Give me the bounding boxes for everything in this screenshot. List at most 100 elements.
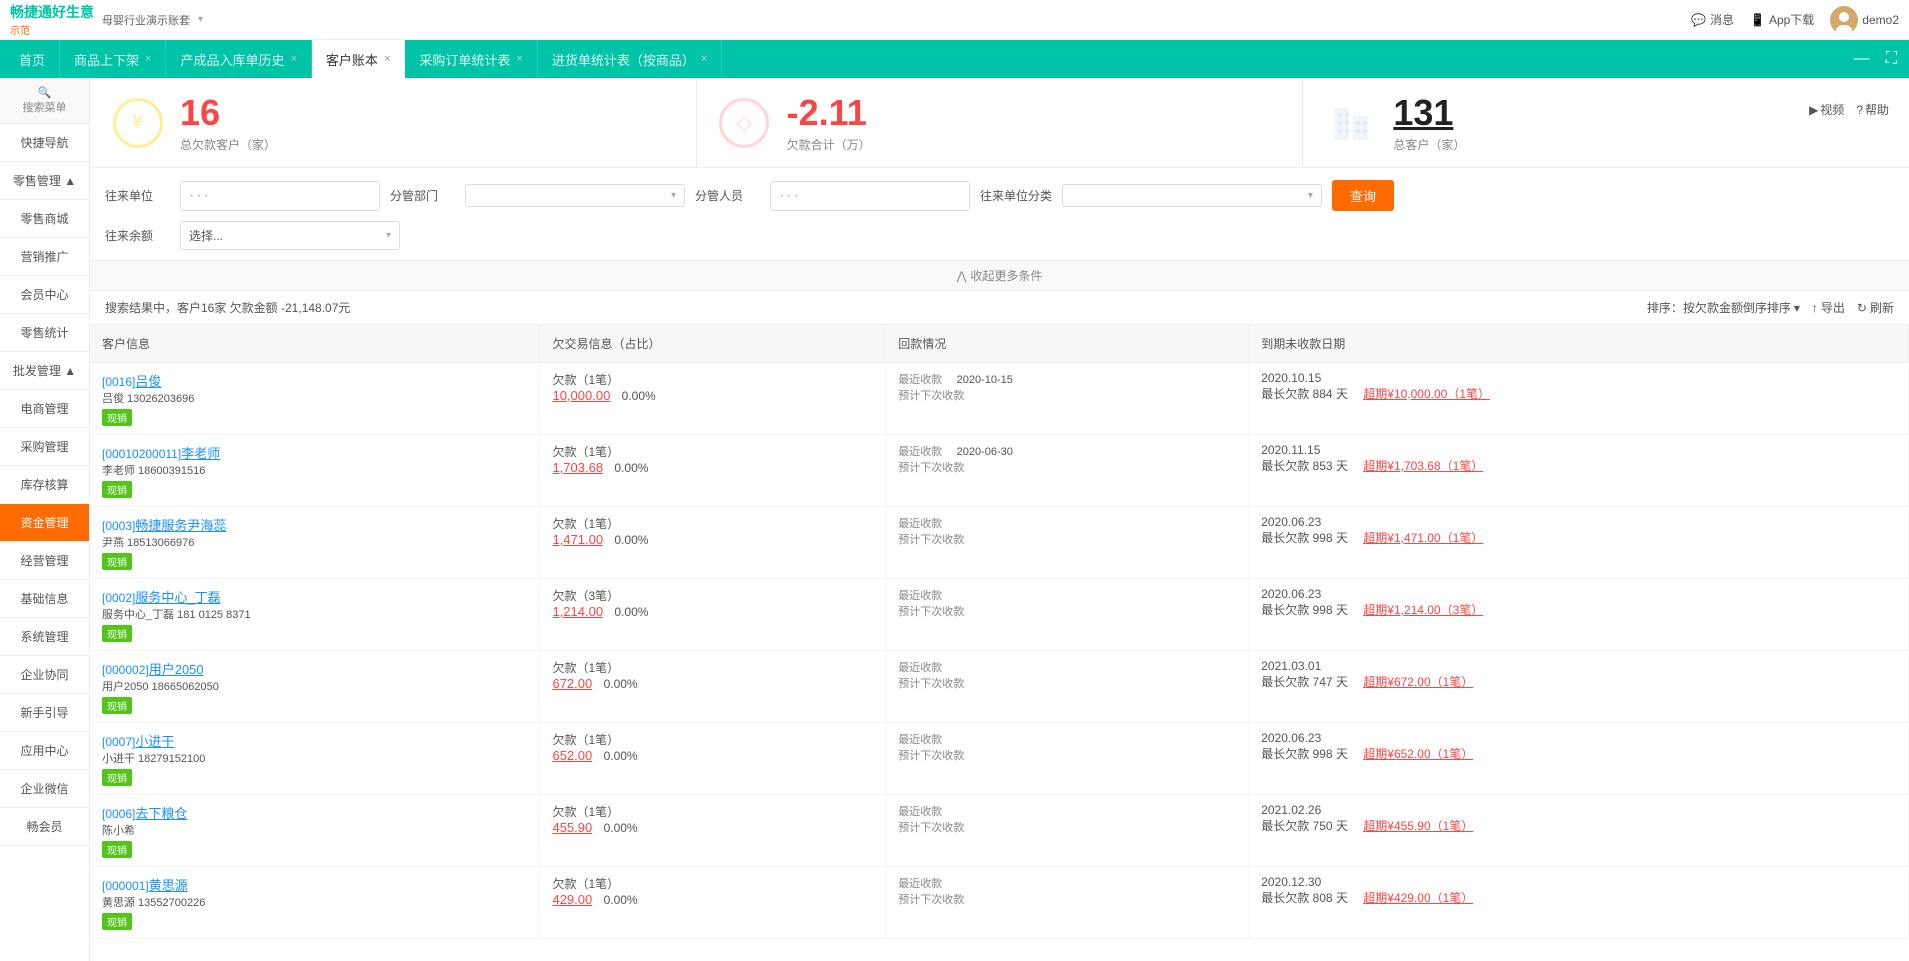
query-button[interactable]: 查询	[1332, 180, 1394, 211]
message-label: 消息	[1710, 11, 1734, 28]
overdue-amount-link[interactable]: 超期¥1,214.00（3笔）	[1363, 603, 1483, 617]
tab-home[interactable]: 首页	[5, 40, 60, 78]
debt-percent: 0.00%	[614, 533, 648, 547]
sidebar-item-vip[interactable]: 畅会员	[0, 808, 89, 846]
overdue-amount-link[interactable]: 超期¥429.00（1笔）	[1363, 891, 1473, 905]
total-icon	[1323, 95, 1378, 150]
overdue-amount-link[interactable]: 超期¥1,471.00（1笔）	[1363, 531, 1483, 545]
tab-goods-stats[interactable]: 进货单统计表（按商品） ×	[538, 40, 722, 78]
sidebar-item-new-guide[interactable]: 新手引导	[0, 694, 89, 732]
tab-goods-close-icon[interactable]: ×	[701, 53, 707, 65]
customer-name-link[interactable]: 用户2050	[149, 662, 204, 677]
sidebar-search[interactable]: 🔍 搜索菜单	[0, 78, 89, 124]
debt-info-cell: 欠款（1笔） 429.00 0.00%	[540, 867, 886, 939]
due-date: 2020.10.15	[1261, 371, 1896, 385]
sidebar-item-enterprise[interactable]: 企业协同	[0, 656, 89, 694]
due-date-cell: 2021.03.01 最长欠款 747 天 超期¥672.00（1笔）	[1249, 651, 1909, 723]
debt-amount-link[interactable]: 652.00	[552, 748, 592, 763]
sidebar-item-purchase[interactable]: 采购管理	[0, 428, 89, 466]
debt-amount-link[interactable]: 672.00	[552, 676, 592, 691]
due-date-cell: 2020.11.15 最长欠款 853 天 超期¥1,703.68（1笔）	[1249, 435, 1909, 507]
customer-name-link[interactable]: 李老师	[181, 446, 220, 461]
customer-id: [000001]	[102, 879, 149, 893]
sidebar-retail-mgmt-label: 零售管理	[13, 174, 61, 188]
debt-amount-link[interactable]: 1,214.00	[552, 604, 603, 619]
overdue-amount-link[interactable]: 超期¥652.00（1笔）	[1363, 747, 1473, 761]
help-action[interactable]: ?帮助	[1856, 101, 1889, 118]
brand-name: 母婴行业演示账套	[102, 12, 190, 28]
tab-purchase-stats[interactable]: 采购订单统计表 ×	[405, 40, 537, 78]
sidebar-item-retail-mgmt[interactable]: 零售管理 ▲	[0, 162, 89, 200]
debt-info-cell: 欠款（3笔） 1,214.00 0.00%	[540, 579, 886, 651]
filter-input-person[interactable]: ···	[770, 181, 970, 211]
debt-amount-link[interactable]: 455.90	[552, 820, 592, 835]
tab-goods-stats-label: 进货单统计表（按商品）	[552, 50, 695, 69]
customer-name-link[interactable]: 小进干	[135, 734, 174, 749]
sidebar-item-member-center[interactable]: 会员中心	[0, 276, 89, 314]
sidebar-item-wechat[interactable]: 企业微信	[0, 770, 89, 808]
filter-row-1: 往来单位 ··· 分管部门 ▾ 分管人员 ··· 往来单位分类 ▾	[105, 180, 1894, 211]
user-action[interactable]: demo2	[1830, 6, 1899, 34]
sidebar-vip-label: 畅会员	[26, 820, 62, 834]
message-action[interactable]: 💬 消息	[1691, 11, 1734, 28]
sidebar-item-basic-info[interactable]: 基础信息	[0, 580, 89, 618]
debt-count: 欠款（1笔）	[552, 443, 873, 460]
due-date: 2020.06.23	[1261, 731, 1896, 745]
customer-name-link[interactable]: 去下粮仓	[135, 806, 187, 821]
next-pay-row: 预计下次收款	[898, 675, 1236, 691]
next-pay-label: 预计下次收款	[898, 894, 964, 906]
filter-select-balance[interactable]: 选择... ▾	[180, 221, 400, 250]
tab-maximize-icon[interactable]: ⛶	[1882, 50, 1901, 68]
sidebar-item-wholesale-mgmt[interactable]: 批发管理 ▲	[0, 352, 89, 390]
filter-select-category[interactable]: ▾	[1062, 184, 1322, 207]
filter-select-dept[interactable]: ▾	[465, 184, 685, 207]
app-download-action[interactable]: 📱 App下载	[1750, 11, 1814, 28]
tab-customer-account[interactable]: 客户账本 ×	[312, 40, 405, 78]
debt-amount-link[interactable]: 1,471.00	[552, 532, 603, 547]
due-date: 2021.02.26	[1261, 803, 1896, 817]
last-pay-label: 最近收款	[898, 806, 942, 818]
sidebar-item-retail-mall[interactable]: 零售商城	[0, 200, 89, 238]
tab-customer-close-icon[interactable]: ×	[384, 53, 390, 65]
overdue-row: 最长欠款 853 天 超期¥1,703.68（1笔）	[1261, 457, 1896, 474]
overdue-amount-link[interactable]: 超期¥672.00（1笔）	[1363, 675, 1473, 689]
tab-products[interactable]: 商品上下架 ×	[60, 40, 166, 78]
sidebar-item-operations[interactable]: 经营管理	[0, 542, 89, 580]
sort-action[interactable]: 排序：按欠款金额倒序排序 ▾	[1647, 299, 1800, 316]
customer-name-link[interactable]: 畅捷服务尹海蕊	[135, 518, 226, 533]
collapse-button[interactable]: ⋀ 收起更多条件	[90, 260, 1909, 290]
sidebar-item-marketing[interactable]: 营销推广	[0, 238, 89, 276]
overdue-amount-link[interactable]: 超期¥455.90（1笔）	[1363, 819, 1473, 833]
overdue-amount-link[interactable]: 超期¥1,703.68（1笔）	[1363, 459, 1483, 473]
tab-inventory[interactable]: 产成品入库单历史 ×	[166, 40, 311, 78]
customer-name-link[interactable]: 吕俊	[135, 374, 161, 389]
video-action[interactable]: ▶视频	[1809, 101, 1844, 118]
tab-minimize-icon[interactable]: —	[1850, 50, 1874, 68]
sidebar-item-retail-stats[interactable]: 零售统计	[0, 314, 89, 352]
sidebar-item-system[interactable]: 系统管理	[0, 618, 89, 656]
overdue-amount-link[interactable]: 超期¥10,000.00（1笔）	[1363, 387, 1490, 401]
sidebar-item-app-center[interactable]: 应用中心	[0, 732, 89, 770]
customer-id: [0016]	[102, 375, 135, 389]
refresh-action[interactable]: ↻ 刷新	[1857, 299, 1894, 316]
table-header-row: 客户信息 欠交易信息（占比） 回款情况 到期未收款日期	[90, 325, 1909, 363]
filter-input-unit[interactable]: ···	[180, 181, 380, 211]
customer-name-link[interactable]: 黄思源	[149, 878, 188, 893]
tab-products-close-icon[interactable]: ×	[145, 53, 151, 65]
filter-label-dept: 分管部门	[390, 187, 455, 204]
debt-amount-row: 672.00 0.00%	[552, 676, 873, 691]
debt-amount-link[interactable]: 1,703.68	[552, 460, 603, 475]
export-action[interactable]: ↑ 导出	[1812, 299, 1845, 316]
sidebar-retail-stats-label: 零售统计	[20, 326, 68, 340]
customer-name-link[interactable]: 服务中心_丁磊	[135, 590, 220, 605]
sidebar-item-inventory[interactable]: 库存核算	[0, 466, 89, 504]
filter-label-category: 往来单位分类	[980, 187, 1052, 204]
tab-inventory-close-icon[interactable]: ×	[290, 53, 296, 65]
debt-amount-row: 652.00 0.00%	[552, 748, 873, 763]
debt-amount-link[interactable]: 10,000.00	[552, 388, 610, 403]
sidebar-item-finance[interactable]: 资金管理	[0, 504, 89, 542]
sidebar-item-ecommerce[interactable]: 电商管理	[0, 390, 89, 428]
customer-info-cell: [00010200011]李老师 李老师 18600391516 现销	[90, 435, 540, 507]
debt-amount-link[interactable]: 429.00	[552, 892, 592, 907]
tab-purchase-close-icon[interactable]: ×	[516, 53, 522, 65]
